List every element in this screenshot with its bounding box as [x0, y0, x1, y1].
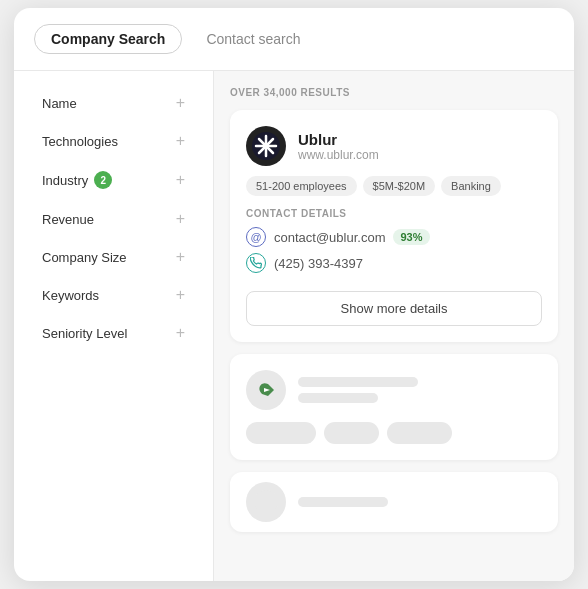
filter-item-industry[interactable]: Industry 2 + — [22, 161, 205, 199]
contact-phone: (425) 393-4397 — [274, 256, 363, 271]
contact-section-label: CONTACT DETAILS — [246, 208, 542, 219]
filter-add-company-size-icon[interactable]: + — [176, 249, 185, 265]
skeleton-logo-icon — [252, 376, 280, 404]
confidence-badge: 93% — [393, 229, 429, 245]
main-layout: Name + Technologies + Industry 2 + Reven… — [14, 71, 574, 581]
skeleton-logo-icon-2 — [252, 488, 280, 516]
filter-add-seniority-icon[interactable]: + — [176, 325, 185, 341]
industry-badge: 2 — [94, 171, 112, 189]
sidebar: Name + Technologies + Industry 2 + Reven… — [14, 71, 214, 581]
skeleton-name-line — [298, 377, 418, 387]
filter-label-revenue: Revenue — [42, 212, 94, 227]
filter-label-seniority-level: Seniority Level — [42, 326, 127, 341]
contact-email-row: @ contact@ublur.com 93% — [246, 227, 542, 247]
company-website: www.ublur.com — [298, 148, 379, 162]
tab-contact-search[interactable]: Contact search — [190, 25, 316, 53]
filter-item-keywords[interactable]: Keywords + — [22, 277, 205, 313]
tag-employees: 51-200 employees — [246, 176, 357, 196]
phone-icon — [246, 253, 266, 273]
skeleton-tag-1c — [387, 422, 452, 444]
skeleton-card-2 — [230, 472, 558, 532]
filter-label-technologies: Technologies — [42, 134, 118, 149]
filter-item-name[interactable]: Name + — [22, 85, 205, 121]
results-content: OVER 34,000 RESULTS — [214, 71, 574, 581]
filter-add-name-icon[interactable]: + — [176, 95, 185, 111]
skeleton-tag-1b — [324, 422, 379, 444]
skeleton-tags-1 — [246, 422, 542, 444]
skeleton-card-1 — [230, 354, 558, 460]
skeleton-text-block-1 — [298, 377, 418, 403]
filter-label-company-size: Company Size — [42, 250, 127, 265]
filter-label-name: Name — [42, 96, 77, 111]
tab-bar: Company Search Contact search — [14, 8, 574, 71]
filter-item-technologies[interactable]: Technologies + — [22, 123, 205, 159]
filter-item-revenue[interactable]: Revenue + — [22, 201, 205, 237]
contact-phone-row: (425) 393-4397 — [246, 253, 542, 273]
show-more-button[interactable]: Show more details — [246, 291, 542, 326]
filter-add-keywords-icon[interactable]: + — [176, 287, 185, 303]
company-logo — [246, 126, 286, 166]
filter-add-industry-icon[interactable]: + — [176, 172, 185, 188]
ublur-logo-icon — [252, 132, 280, 160]
contact-email: contact@ublur.com — [274, 230, 385, 245]
company-info: Ublur www.ublur.com — [298, 131, 379, 162]
company-header: Ublur www.ublur.com — [246, 126, 542, 166]
skeleton-name-line-2 — [298, 497, 388, 507]
skeleton-url-line — [298, 393, 378, 403]
skeleton-tag-1a — [246, 422, 316, 444]
svg-point-6 — [254, 490, 278, 514]
skeleton-text-block-2 — [298, 497, 388, 507]
tag-industry: Banking — [441, 176, 501, 196]
filter-label-industry: Industry 2 — [42, 171, 112, 189]
filter-item-company-size[interactable]: Company Size + — [22, 239, 205, 275]
filter-add-technologies-icon[interactable]: + — [176, 133, 185, 149]
skeleton-header-1 — [246, 370, 542, 410]
tab-company-search[interactable]: Company Search — [34, 24, 182, 54]
skeleton-logo-1 — [246, 370, 286, 410]
tag-revenue: $5M-$20M — [363, 176, 436, 196]
skeleton-logo-2 — [246, 482, 286, 522]
filter-label-keywords: Keywords — [42, 288, 99, 303]
company-name: Ublur — [298, 131, 379, 148]
results-count: OVER 34,000 RESULTS — [230, 87, 558, 98]
company-card-ublur: Ublur www.ublur.com 51-200 employees $5M… — [230, 110, 558, 342]
company-tags: 51-200 employees $5M-$20M Banking — [246, 176, 542, 196]
filter-item-seniority-level[interactable]: Seniority Level + — [22, 315, 205, 351]
filter-add-revenue-icon[interactable]: + — [176, 211, 185, 227]
app-window: Company Search Contact search Name + Tec… — [14, 8, 574, 581]
email-icon: @ — [246, 227, 266, 247]
